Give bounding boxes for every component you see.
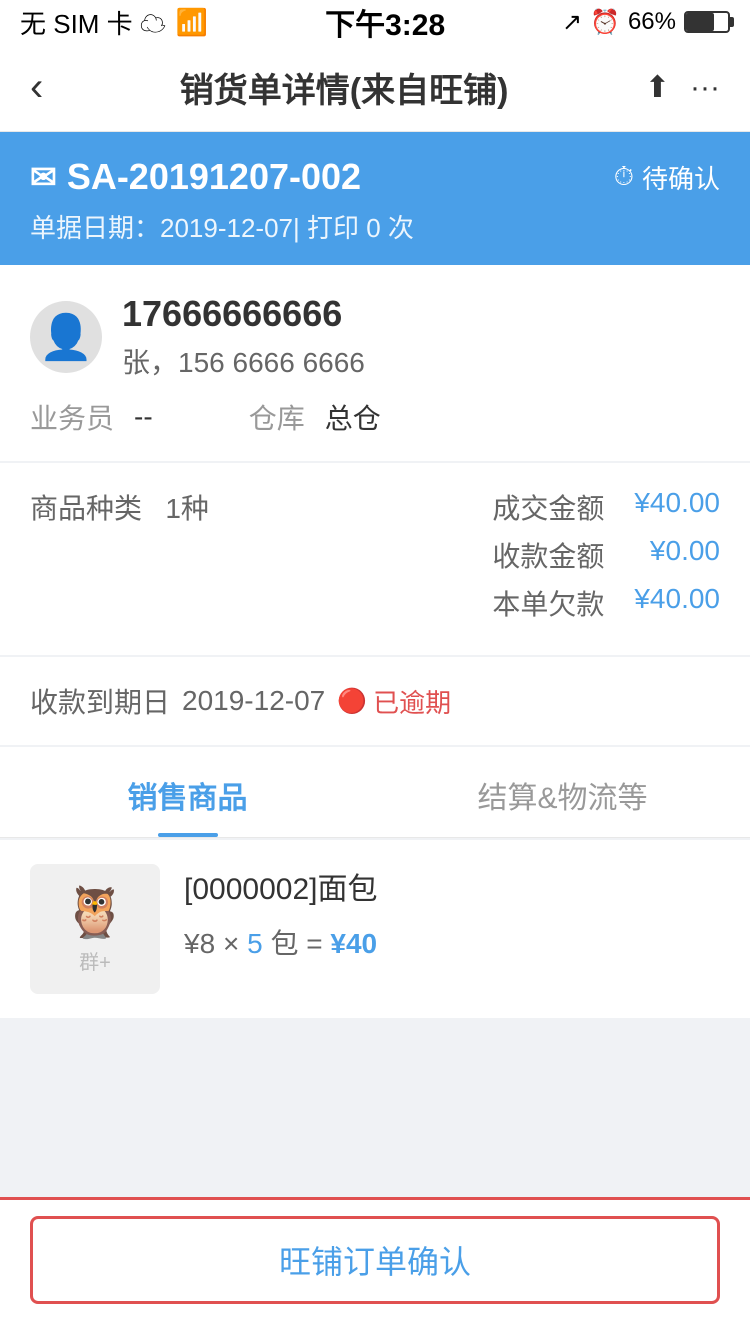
product-unit: 包 xyxy=(270,928,298,959)
warehouse-value: 总仓 xyxy=(325,397,381,437)
summary-row-1: 收款金额 ¥0.00 xyxy=(492,535,720,575)
product-type-label: 商品种类 xyxy=(30,493,142,524)
logo-text: 群+ xyxy=(79,946,111,975)
summary-right: 成交金额 ¥40.00 收款金额 ¥0.00 本单欠款 ¥40.00 xyxy=(492,487,720,631)
salesperson-value: -- xyxy=(134,401,153,433)
salesperson-label: 业务员 xyxy=(30,397,114,437)
multiply-symbol: × xyxy=(223,928,247,959)
summary-label-1: 收款金额 xyxy=(492,535,604,575)
due-date-value: 2019-12-07 xyxy=(182,685,325,717)
product-qty: 5 xyxy=(247,928,263,959)
battery-percent: 66% xyxy=(628,8,676,36)
nav-bar: ‹ 销货单详情(来自旺铺) ⬆ ··· xyxy=(0,44,750,132)
product-thumbnail: 🦉 群+ xyxy=(30,864,160,994)
more-button[interactable]: ··· xyxy=(690,71,720,105)
status-bar: 无 SIM 卡 ☁ 📶 下午3:28 ↗ ⏰ 66% xyxy=(0,0,750,44)
page-title: 销货单详情(来自旺铺) xyxy=(180,63,509,112)
order-id: ✉ SA-20191207-002 xyxy=(30,156,361,198)
order-id-text: SA-20191207-002 xyxy=(67,156,361,198)
summary-value-2: ¥40.00 xyxy=(634,583,720,623)
order-icon: ✉ xyxy=(30,158,57,196)
customer-meta: 业务员 -- 仓库 总仓 xyxy=(30,397,720,437)
tab-products[interactable]: 销售商品 xyxy=(0,747,375,837)
customer-name: 张，156 6666 6666 xyxy=(122,341,365,381)
product-name: [0000002]面包 xyxy=(184,864,720,908)
product-total: ¥40 xyxy=(330,928,377,959)
avatar: 👤 xyxy=(30,301,102,373)
price-unit: ¥8 xyxy=(184,928,215,959)
status-time: 下午3:28 xyxy=(325,0,445,44)
summary-value-1: ¥0.00 xyxy=(650,535,720,575)
overdue-icon: 🔴 xyxy=(337,687,367,716)
back-button[interactable]: ‹ xyxy=(30,65,43,110)
tab-settlement[interactable]: 结算&物流等 xyxy=(375,747,750,837)
summary-label-0: 成交金额 xyxy=(492,487,604,527)
share-button[interactable]: ⬆ xyxy=(645,70,670,105)
status-clock-icon: ⏱ xyxy=(614,161,634,193)
empty-space xyxy=(0,1020,750,1220)
summary-label-2: 本单欠款 xyxy=(492,583,604,623)
order-status: ⏱ 待确认 xyxy=(614,159,720,196)
wifi-icon: 📶 xyxy=(176,7,208,38)
product-item: 🦉 群+ [0000002]面包 ¥8 × 5 包 = ¥40 xyxy=(0,840,750,1018)
avatar-icon: 👤 xyxy=(39,311,94,363)
product-price: ¥8 × 5 包 = ¥40 xyxy=(184,922,720,962)
customer-details: 17666666666 张，156 6666 6666 xyxy=(122,293,365,381)
status-right: ↗ ⏰ 66% xyxy=(562,8,730,37)
due-date-label: 收款到期日 xyxy=(30,681,170,721)
warehouse-label: 仓库 xyxy=(249,397,305,437)
nav-actions: ⬆ ··· xyxy=(645,70,720,105)
status-text: 待确认 xyxy=(642,159,720,196)
confirm-order-button[interactable]: 旺铺订单确认 xyxy=(30,1216,720,1304)
summary-row-2: 本单欠款 ¥40.00 xyxy=(492,583,720,623)
sim-status: 无 SIM 卡 ☁ xyxy=(20,4,166,41)
overdue-badge: 🔴 已逾期 xyxy=(337,683,451,720)
summary-section: 商品种类 1种 成交金额 ¥40.00 收款金额 ¥0.00 本单欠款 ¥40.… xyxy=(0,463,750,655)
equals-symbol: = xyxy=(306,928,330,959)
location-icon: ↗ xyxy=(562,8,582,37)
owl-icon: 🦉 xyxy=(64,883,126,942)
status-left: 无 SIM 卡 ☁ 📶 xyxy=(20,4,208,41)
customer-row: 👤 17666666666 张，156 6666 6666 xyxy=(30,293,720,381)
bottom-bar: 旺铺订单确认 xyxy=(0,1197,750,1334)
product-info: [0000002]面包 ¥8 × 5 包 = ¥40 xyxy=(184,864,720,962)
customer-section: 👤 17666666666 张，156 6666 6666 业务员 -- 仓库 … xyxy=(0,265,750,461)
product-type-value: 1种 xyxy=(165,493,209,524)
tabs-section: 销售商品 结算&物流等 xyxy=(0,747,750,838)
battery-icon xyxy=(684,11,730,33)
alarm-icon: ⏰ xyxy=(590,8,620,37)
order-date: 单据日期：2019-12-07| 打印 0 次 xyxy=(30,208,720,245)
customer-phone: 17666666666 xyxy=(122,293,365,335)
summary-left: 商品种类 1种 xyxy=(30,487,209,527)
summary-value-0: ¥40.00 xyxy=(634,487,720,527)
product-logo: 🦉 群+ xyxy=(64,883,126,975)
summary-row-0: 成交金额 ¥40.00 xyxy=(492,487,720,527)
due-date-section: 收款到期日 2019-12-07 🔴 已逾期 xyxy=(0,657,750,745)
overdue-text: 已逾期 xyxy=(373,683,451,720)
order-header: ✉ SA-20191207-002 ⏱ 待确认 单据日期：2019-12-07|… xyxy=(0,132,750,265)
